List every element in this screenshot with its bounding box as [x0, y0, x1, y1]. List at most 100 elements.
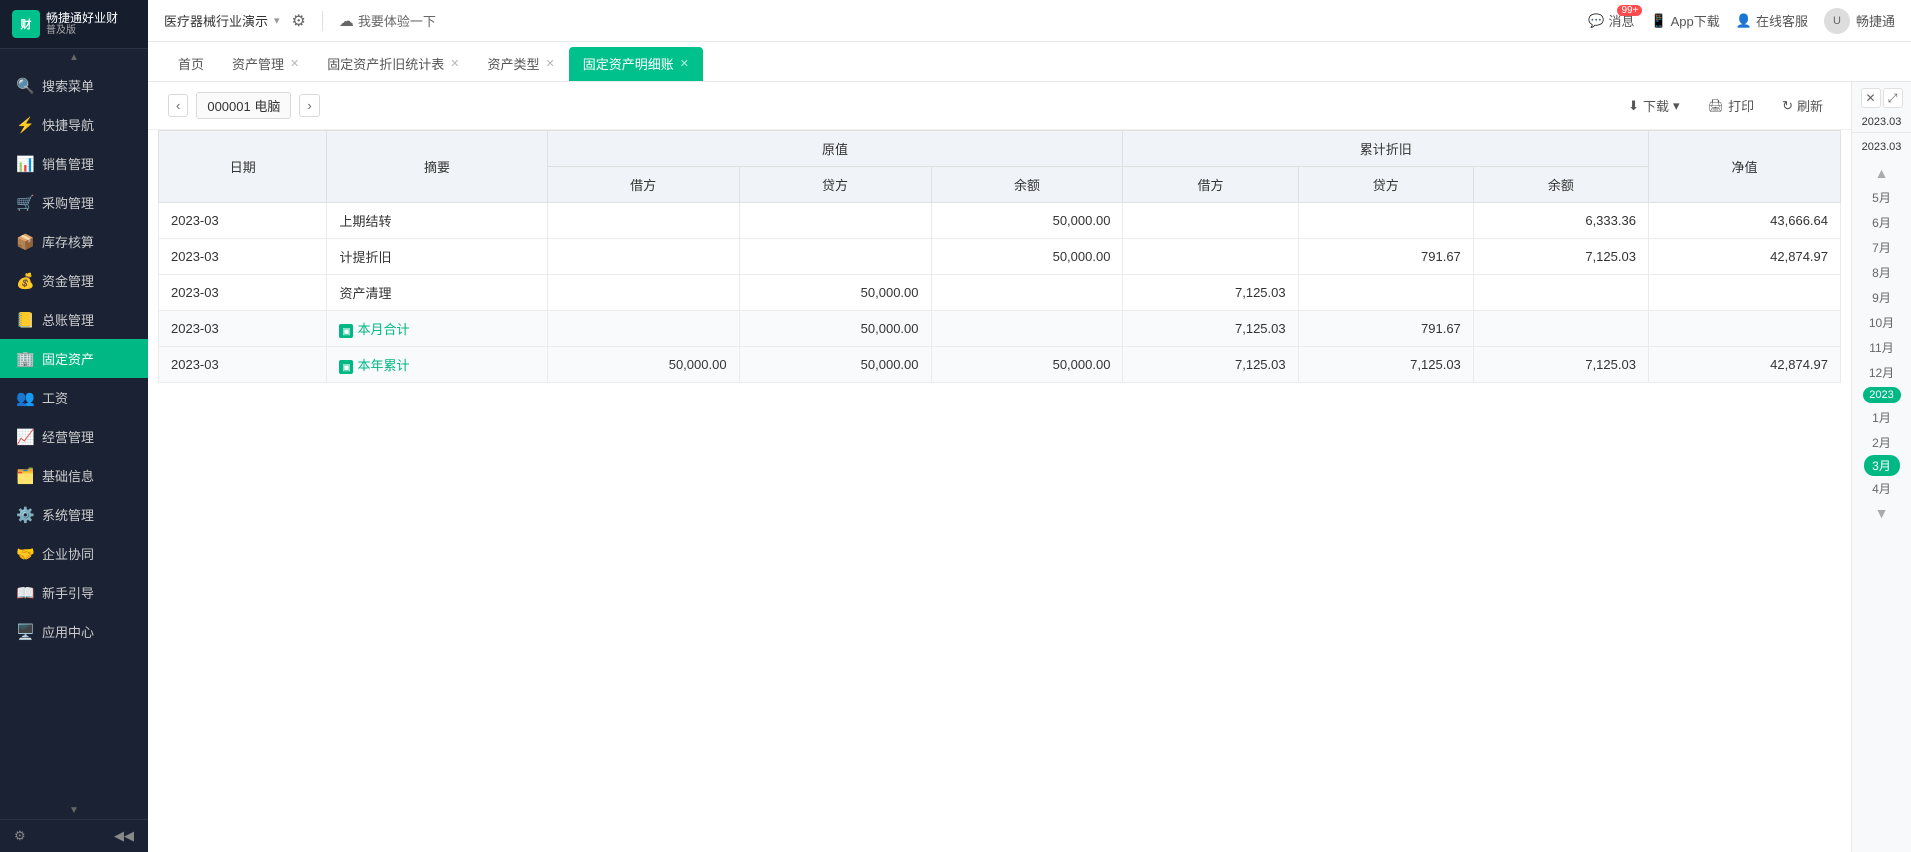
close-icon[interactable]: ✕ [290, 57, 299, 70]
timeline-scroll-up[interactable]: ▲ [1870, 161, 1894, 185]
timeline-close-button[interactable]: ✕ [1861, 88, 1881, 108]
download-icon: 📱 [1650, 13, 1666, 29]
sidebar-item-label: 采购管理 [42, 193, 94, 212]
timeline-month-9[interactable]: 9月 [1852, 285, 1911, 310]
settings-icon[interactable]: ⚙ [14, 828, 26, 844]
tab-asset-mgmt[interactable]: 资产管理 ✕ [218, 47, 313, 81]
tab-home[interactable]: 首页 [164, 47, 218, 81]
print-label: 打印 [1728, 96, 1754, 115]
timeline-month-6[interactable]: 6月 [1852, 210, 1911, 235]
download-button[interactable]: 📱 App下载 [1650, 11, 1719, 30]
message-badge: 99+ [1617, 5, 1642, 16]
cell-orig-balance [931, 275, 1123, 311]
timeline-panel: ✕ ⤢ 2023.03 2023.03 ▲ 5月 6月 7月 8月 9月 10月… [1851, 82, 1911, 852]
table-row: 2023-03 ▣本月合计 50,000.00 7,125.03 791.67 [159, 311, 1841, 347]
cell-date: 2023-03 [159, 239, 327, 275]
sidebar-item-apps[interactable]: 🖥️ 应用中心 [0, 612, 148, 651]
timeline-month-8[interactable]: 8月 [1852, 260, 1911, 285]
main-area: 医疗器械行业演示 ▾ ⚙ ☁ 我要体验一下 💬 消息 99+ 📱 App下载 👤… [148, 0, 1911, 852]
sidebar-item-ops[interactable]: 📈 经营管理 [0, 417, 148, 456]
cell-accum-balance [1473, 275, 1648, 311]
cell-accum-balance: 6,333.36 [1473, 203, 1648, 239]
sidebar-item-collab[interactable]: 🤝 企业协同 [0, 534, 148, 573]
user-menu[interactable]: U 畅捷通 [1824, 8, 1895, 34]
table-wrapper: 日期 摘要 原值 累计折旧 净值 借方 贷方 余额 借方 贷方 余额 [148, 130, 1851, 852]
sidebar-item-label: 销售管理 [42, 154, 94, 173]
purchase-icon: 🛒 [16, 194, 34, 212]
cell-orig-debit [547, 239, 739, 275]
tab-asset-mgmt-label: 资产管理 [232, 54, 284, 73]
cell-net [1648, 311, 1840, 347]
close-icon[interactable]: ✕ [680, 57, 689, 70]
print-button[interactable]: 🖨 打印 [1700, 92, 1763, 119]
refresh-button[interactable]: ↻ 刷新 [1774, 92, 1831, 119]
cell-orig-credit: 50,000.00 [739, 347, 931, 383]
settings-button[interactable]: ⚙ [292, 11, 306, 31]
divider [322, 11, 323, 31]
timeline-month-10[interactable]: 10月 [1852, 310, 1911, 335]
sidebar-item-inventory[interactable]: 📦 库存核算 [0, 222, 148, 261]
tab-asset-detail-label: 固定资产明细账 [583, 54, 674, 73]
cell-orig-balance: 50,000.00 [931, 203, 1123, 239]
sidebar-item-purchase[interactable]: 🛒 采购管理 [0, 183, 148, 222]
download-button[interactable]: ⬇ 下载 ▾ [1620, 92, 1687, 119]
cell-summary: ▣本月合计 [327, 311, 547, 347]
prev-asset-button[interactable]: ‹ [168, 94, 188, 117]
timeline-month-4[interactable]: 4月 [1852, 476, 1911, 501]
cell-accum-debit: 7,125.03 [1123, 311, 1298, 347]
timeline-expand-button[interactable]: ⤢ [1883, 88, 1903, 108]
cell-accum-credit [1298, 203, 1473, 239]
collab-icon: 🤝 [16, 545, 34, 563]
tabs-bar: 首页 资产管理 ✕ 固定资产折旧统计表 ✕ 资产类型 ✕ 固定资产明细账 ✕ [148, 42, 1911, 82]
refresh-icon: ↻ [1782, 98, 1793, 114]
sidebar-item-search[interactable]: 🔍 搜索菜单 [0, 66, 148, 105]
tab-asset-detail[interactable]: 固定资产明细账 ✕ [569, 47, 703, 81]
sidebar-item-ledger[interactable]: 📒 总账管理 [0, 300, 148, 339]
cell-accum-debit: 7,125.03 [1123, 275, 1298, 311]
message-button[interactable]: 💬 消息 99+ [1588, 11, 1634, 30]
tab-asset-type[interactable]: 资产类型 ✕ [473, 47, 568, 81]
cell-accum-balance [1473, 311, 1648, 347]
summary-icon: ▣ [339, 324, 353, 338]
cell-orig-balance: 50,000.00 [931, 239, 1123, 275]
sidebar-item-finance[interactable]: 💰 资金管理 [0, 261, 148, 300]
tab-depreciation-stats[interactable]: 固定资产折旧统计表 ✕ [313, 47, 473, 81]
sidebar-nav: 🔍 搜索菜单 ⚡ 快捷导航 📊 销售管理 🛒 采购管理 📦 库存核算 💰 资金管… [0, 66, 148, 802]
close-icon[interactable]: ✕ [450, 57, 459, 70]
timeline-month-12[interactable]: 12月 [1852, 360, 1911, 385]
sidebar-item-fixed-assets[interactable]: 🏢 固定资产 [0, 339, 148, 378]
print-icon: 🖨 [1708, 98, 1725, 114]
timeline-scroll-down[interactable]: ▼ [1870, 501, 1894, 525]
cell-accum-balance: 7,125.03 [1473, 347, 1648, 383]
sidebar-scroll-down[interactable]: ▼ [0, 802, 148, 819]
timeline-month-3[interactable]: 3月 [1864, 455, 1900, 476]
timeline-month-5[interactable]: 5月 [1852, 185, 1911, 210]
close-icon[interactable]: ✕ [546, 57, 555, 70]
cell-orig-credit: 50,000.00 [739, 275, 931, 311]
col-accum-debit: 借方 [1123, 167, 1298, 203]
row-summary-text: 上期结转 [339, 214, 391, 229]
timeline-month-11[interactable]: 11月 [1852, 335, 1911, 360]
sidebar-item-label: 资金管理 [42, 271, 94, 290]
timeline-month-1[interactable]: 1月 [1852, 405, 1911, 430]
collapse-icon[interactable]: ◀◀ [114, 828, 134, 844]
sidebar-item-guide[interactable]: 📖 新手引导 [0, 573, 148, 612]
cell-orig-balance: 50,000.00 [931, 347, 1123, 383]
service-button[interactable]: 👤 在线客服 [1736, 11, 1808, 30]
sidebar-scroll-up[interactable]: ▲ [0, 49, 148, 66]
sidebar-item-sales[interactable]: 📊 销售管理 [0, 144, 148, 183]
timeline-year-2023[interactable]: 2023 [1863, 387, 1901, 403]
sidebar-item-payroll[interactable]: 👥 工资 [0, 378, 148, 417]
topbar-right: 💬 消息 99+ 📱 App下载 👤 在线客服 U 畅捷通 [1588, 8, 1895, 34]
sidebar-item-basic[interactable]: 🗂️ 基础信息 [0, 456, 148, 495]
timeline-controls: ✕ ⤢ [1861, 88, 1903, 108]
timeline-month-7[interactable]: 7月 [1852, 235, 1911, 260]
next-asset-button[interactable]: › [299, 94, 319, 117]
col-net: 净值 [1648, 131, 1840, 203]
experience-button[interactable]: ☁ 我要体验一下 [339, 11, 436, 30]
timeline-month-2[interactable]: 2月 [1852, 430, 1911, 455]
sidebar-item-system[interactable]: ⚙️ 系统管理 [0, 495, 148, 534]
company-selector[interactable]: 医疗器械行业演示 ▾ [164, 11, 280, 30]
cell-orig-debit [547, 275, 739, 311]
sidebar-item-nav[interactable]: ⚡ 快捷导航 [0, 105, 148, 144]
